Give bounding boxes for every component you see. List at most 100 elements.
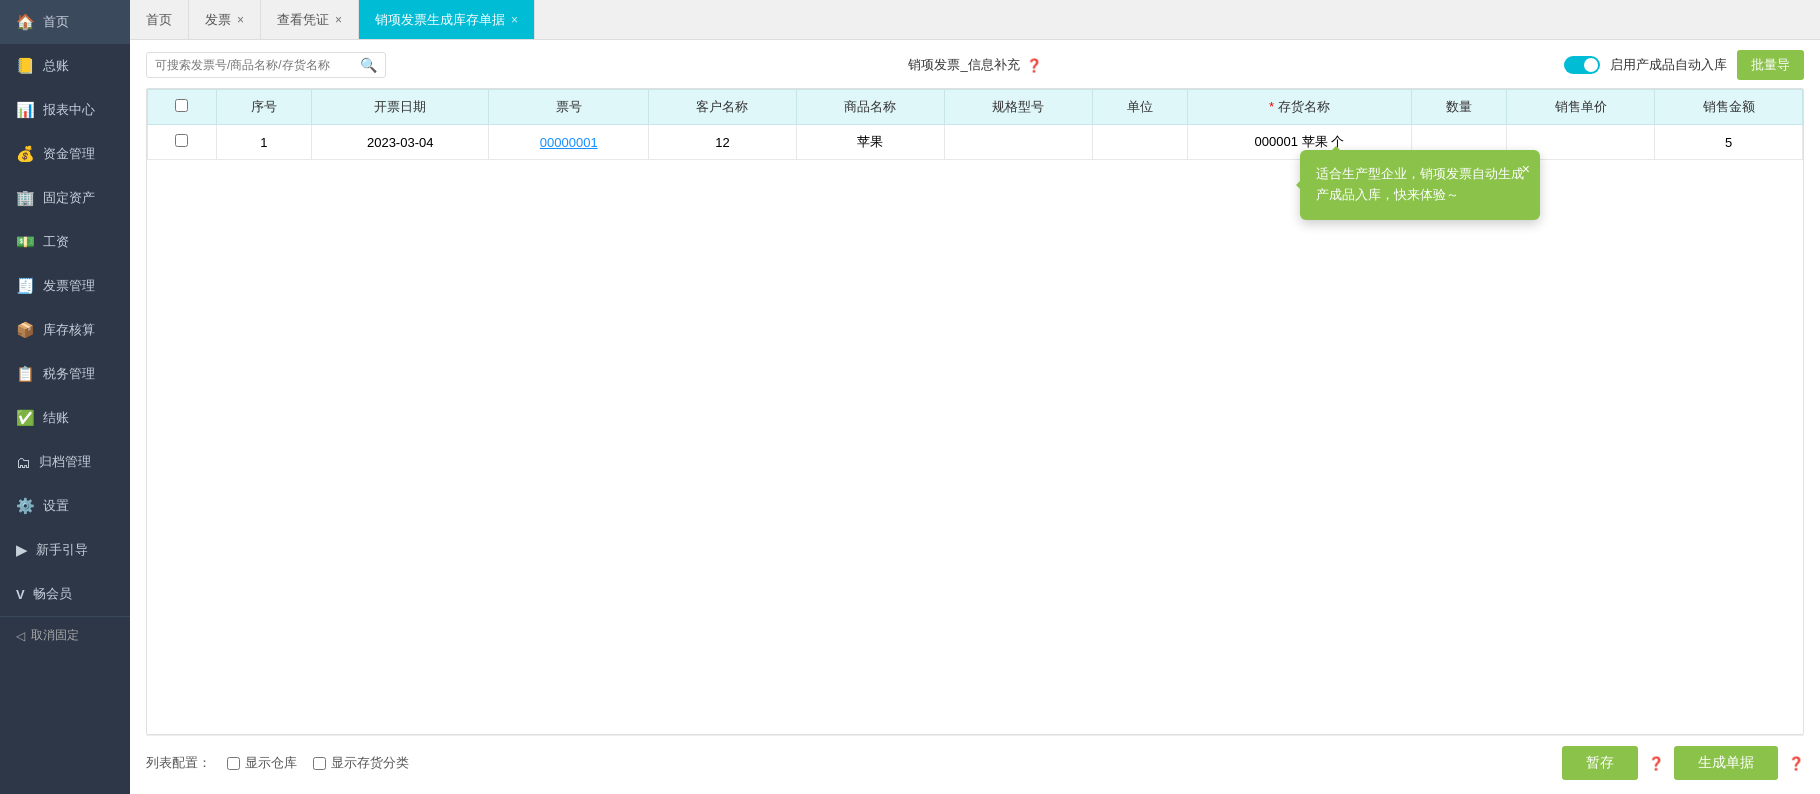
sidebar-item-label: 固定资产 <box>43 189 95 207</box>
save-help-icon[interactable]: ❓ <box>1648 756 1664 771</box>
settle-icon: ✅ <box>16 409 35 427</box>
tab-voucher-close[interactable]: × <box>335 13 342 27</box>
undo-label: 取消固定 <box>31 627 79 644</box>
sidebar-item-salary[interactable]: 💵 工资 <box>0 220 130 264</box>
vip-icon: V <box>16 587 25 602</box>
ledger-icon: 📒 <box>16 57 35 75</box>
sidebar-item-settle[interactable]: ✅ 结账 <box>0 396 130 440</box>
sidebar-item-report[interactable]: 📊 报表中心 <box>0 88 130 132</box>
header-unit: 单位 <box>1092 90 1187 125</box>
sidebar-item-tax[interactable]: 📋 税务管理 <box>0 352 130 396</box>
header-spec: 规格型号 <box>944 90 1092 125</box>
bottom-bar: 列表配置： 显示仓库 显示存货分类 暂存 ❓ 生成单据 ❓ <box>146 735 1804 784</box>
sidebar-item-invoice[interactable]: 🧾 发票管理 <box>0 264 130 308</box>
sidebar-item-fund[interactable]: 💰 资金管理 <box>0 132 130 176</box>
info-help-icon[interactable]: ❓ <box>1026 58 1042 73</box>
table-body: 1 2023-03-04 00000001 12 苹果 000001 苹果 个 … <box>148 125 1803 160</box>
header-seq: 序号 <box>216 90 311 125</box>
tab-stock-close[interactable]: × <box>511 13 518 27</box>
guide-icon: ▶ <box>16 541 28 559</box>
tax-icon: 📋 <box>16 365 35 383</box>
header-date: 开票日期 <box>312 90 489 125</box>
top-bar: 🔍 销项发票_信息补充 ❓ 启用产成品自动入库 批量导 <box>146 50 1804 80</box>
row-checkbox[interactable] <box>175 134 188 147</box>
row-amount: 5 <box>1655 125 1803 160</box>
ticket-link[interactable]: 00000001 <box>540 135 598 150</box>
generate-help-icon[interactable]: ❓ <box>1788 756 1804 771</box>
tab-voucher-label: 查看凭证 <box>277 11 329 29</box>
show-category-group: 显示存货分类 <box>313 754 409 772</box>
settings-icon: ⚙️ <box>16 497 35 515</box>
sidebar-item-guide[interactable]: ▶ 新手引导 <box>0 528 130 572</box>
sidebar-item-archive[interactable]: 🗂 归档管理 <box>0 440 130 484</box>
sidebar-item-assets[interactable]: 🏢 固定资产 <box>0 176 130 220</box>
sidebar-item-label: 税务管理 <box>43 365 95 383</box>
sidebar: 🏠 首页 📒 总账 📊 报表中心 💰 资金管理 🏢 固定资产 💵 工资 🧾 发票… <box>0 0 130 794</box>
tab-stock[interactable]: 销项发票生成库存单据 × <box>359 0 535 39</box>
tab-stock-label: 销项发票生成库存单据 <box>375 11 505 29</box>
undo-fixed-button[interactable]: ◁ 取消固定 <box>0 616 130 654</box>
row-spec <box>944 125 1092 160</box>
data-table: 序号 开票日期 票号 客户名称 商品名称 规格型号 单位 * 存货名称 数量 销… <box>147 89 1803 160</box>
table-row: 1 2023-03-04 00000001 12 苹果 000001 苹果 个 … <box>148 125 1803 160</box>
sidebar-item-label: 设置 <box>43 497 69 515</box>
tab-bar: 首页 发票 × 查看凭证 × 销项发票生成库存单据 × <box>130 0 1820 40</box>
tab-invoice-label: 发票 <box>205 11 231 29</box>
tab-invoice-close[interactable]: × <box>237 13 244 27</box>
archive-icon: 🗂 <box>16 454 31 471</box>
sidebar-item-label: 畅会员 <box>33 585 72 603</box>
list-config-label: 列表配置： <box>146 754 211 772</box>
data-table-wrapper: 序号 开票日期 票号 客户名称 商品名称 规格型号 单位 * 存货名称 数量 销… <box>146 88 1804 735</box>
tab-home[interactable]: 首页 <box>130 0 189 39</box>
header-stock-name: * 存货名称 <box>1187 90 1411 125</box>
fund-icon: 💰 <box>16 145 35 163</box>
tab-invoice[interactable]: 发票 × <box>189 0 261 39</box>
select-all-checkbox[interactable] <box>175 99 188 112</box>
sidebar-item-ledger[interactable]: 📒 总账 <box>0 44 130 88</box>
header-product: 商品名称 <box>796 90 944 125</box>
table-header-row: 序号 开票日期 票号 客户名称 商品名称 规格型号 单位 * 存货名称 数量 销… <box>148 90 1803 125</box>
row-date: 2023-03-04 <box>312 125 489 160</box>
generate-button[interactable]: 生成单据 <box>1674 746 1778 780</box>
sidebar-item-label: 首页 <box>43 13 69 31</box>
tooltip-pointer <box>1290 179 1302 191</box>
header-number: 票号 <box>489 90 649 125</box>
sidebar-item-label: 发票管理 <box>43 277 95 295</box>
action-buttons: 暂存 ❓ 生成单据 ❓ <box>1562 746 1804 780</box>
save-button[interactable]: 暂存 <box>1562 746 1638 780</box>
search-box[interactable]: 🔍 <box>146 52 386 78</box>
info-label-text: 销项发票_信息补充 <box>908 56 1019 74</box>
row-unit <box>1092 125 1187 160</box>
sidebar-item-vip[interactable]: V 畅会员 <box>0 572 130 616</box>
sidebar-item-label: 新手引导 <box>36 541 88 559</box>
header-amount: 销售金额 <box>1655 90 1803 125</box>
header-unit-price: 销售单价 <box>1507 90 1655 125</box>
search-input[interactable] <box>155 58 354 72</box>
header-checkbox[interactable] <box>148 90 217 125</box>
show-warehouse-checkbox[interactable] <box>227 757 240 770</box>
sidebar-item-label: 工资 <box>43 233 69 251</box>
sidebar-item-home[interactable]: 🏠 首页 <box>0 0 130 44</box>
sidebar-item-inventory[interactable]: 📦 库存核算 <box>0 308 130 352</box>
header-quantity: 数量 <box>1411 90 1506 125</box>
tab-voucher[interactable]: 查看凭证 × <box>261 0 359 39</box>
right-controls: 启用产成品自动入库 批量导 <box>1564 50 1804 80</box>
batch-import-button[interactable]: 批量导 <box>1737 50 1804 80</box>
tooltip-close-button[interactable]: × <box>1522 158 1530 180</box>
row-checkbox-cell[interactable] <box>148 125 217 160</box>
undo-arrow-icon: ◁ <box>16 629 25 643</box>
show-warehouse-group: 显示仓库 <box>227 754 297 772</box>
report-icon: 📊 <box>16 101 35 119</box>
sidebar-item-settings[interactable]: ⚙️ 设置 <box>0 484 130 528</box>
page-content: 🔍 销项发票_信息补充 ❓ 启用产成品自动入库 批量导 <box>130 40 1820 794</box>
tooltip-text: 适合生产型企业，销项发票自动生成产成品入库，快来体验～ <box>1316 166 1524 202</box>
list-config: 列表配置： 显示仓库 显示存货分类 <box>146 754 409 772</box>
tab-home-label: 首页 <box>146 11 172 29</box>
sidebar-item-label: 总账 <box>43 57 69 75</box>
auto-warehouse-toggle[interactable] <box>1564 56 1600 74</box>
show-category-checkbox[interactable] <box>313 757 326 770</box>
show-category-label: 显示存货分类 <box>331 754 409 772</box>
sidebar-item-label: 库存核算 <box>43 321 95 339</box>
row-number[interactable]: 00000001 <box>489 125 649 160</box>
feature-tooltip: × 适合生产型企业，销项发票自动生成产成品入库，快来体验～ <box>1300 150 1540 220</box>
